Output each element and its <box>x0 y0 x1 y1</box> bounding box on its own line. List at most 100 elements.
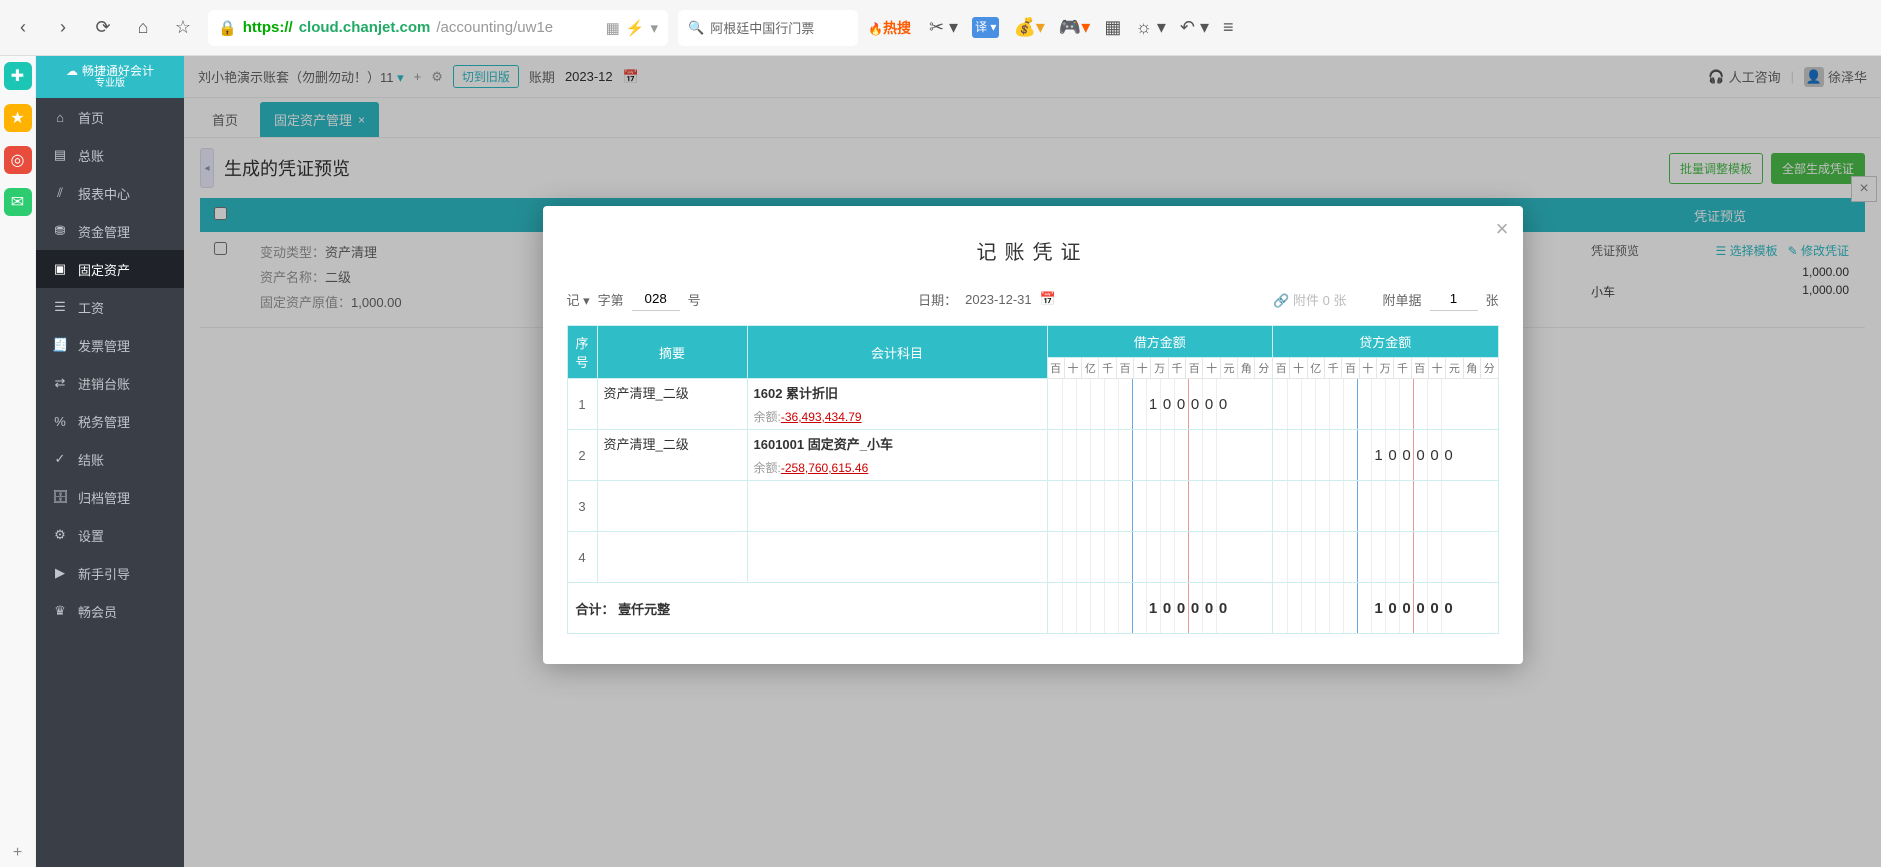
digit-cell: 0 <box>1385 583 1399 633</box>
sidebar-item-归档管理[interactable]: 🗄归档管理 <box>36 478 184 516</box>
chevron-down-icon[interactable]: ▾ <box>650 19 658 37</box>
sidebar-item-首页[interactable]: ⌂首页 <box>36 98 184 136</box>
bolt-icon[interactable]: ⚡ <box>626 19 645 37</box>
os-app-4[interactable]: ✉ <box>4 188 32 216</box>
sidebar-item-资金管理[interactable]: ⛃资金管理 <box>36 212 184 250</box>
sidebar-item-税务管理[interactable]: %税务管理 <box>36 402 184 440</box>
os-app-2[interactable]: ★ <box>4 104 32 132</box>
os-add-icon[interactable]: + <box>4 839 32 867</box>
digit-cell <box>1062 430 1076 480</box>
voucher-date[interactable]: 2023-12-31 <box>965 292 1032 307</box>
row-summary[interactable] <box>597 481 747 532</box>
forward-icon[interactable]: › <box>48 13 78 43</box>
wallet-icon[interactable]: 💰▾ <box>1013 17 1044 38</box>
sidebar-item-总账[interactable]: ▤总账 <box>36 136 184 174</box>
scissors-icon[interactable]: ✂ ▾ <box>929 17 958 38</box>
menu-icon[interactable]: ≡ <box>1223 17 1234 38</box>
digit-cell <box>1202 481 1216 531</box>
digit-cell <box>1104 583 1118 633</box>
os-app-1[interactable]: ✚ <box>4 62 32 90</box>
sidebar-item-报表中心[interactable]: ⫽报表中心 <box>36 174 184 212</box>
attachment-link[interactable]: 🔗 附件 0 张 <box>1273 290 1346 309</box>
translate-icon[interactable]: 译 ▾ <box>972 17 999 38</box>
voucher-meta: 记 ▾ 字第 号 日期： 2023-12-31 📅 🔗 附件 0 张 附单据 张 <box>567 287 1499 311</box>
row-subject[interactable] <box>747 532 1047 583</box>
voucher-zihao: 字第 <box>598 290 624 309</box>
digit-cell <box>1076 430 1090 480</box>
digit-header-cell: 十 <box>1359 358 1376 379</box>
digit-cell <box>1441 532 1455 582</box>
back-icon[interactable]: ‹ <box>8 13 38 43</box>
digit-cell <box>1315 379 1329 429</box>
digit-cell <box>1329 583 1343 633</box>
refresh-icon[interactable]: ⟳ <box>88 13 118 43</box>
hot-label[interactable]: 🔥热搜 <box>868 18 911 38</box>
digit-cell: 0 <box>1399 583 1413 633</box>
col-summary: 摘要 <box>597 326 747 379</box>
sidebar-item-进销台账[interactable]: ⇄进销台账 <box>36 364 184 402</box>
digit-cell <box>1315 583 1329 633</box>
digit-cell <box>1357 481 1371 531</box>
game-icon[interactable]: 🎮▾ <box>1059 17 1090 38</box>
home-icon[interactable]: ⌂ <box>128 13 158 43</box>
digit-cell <box>1371 532 1385 582</box>
digit-cell: 0 <box>1160 583 1174 633</box>
digit-cell <box>1343 583 1357 633</box>
digit-cell <box>1202 430 1216 480</box>
digit-cell <box>1132 430 1146 480</box>
digit-cell <box>1104 481 1118 531</box>
sidebar-item-新手引导[interactable]: ▶新手引导 <box>36 554 184 592</box>
row-subject[interactable] <box>747 481 1047 532</box>
row-subject[interactable]: 1601001 固定资产_小车余额:-258,760,615.46 <box>747 430 1047 481</box>
row-summary[interactable]: 资产清理_二级 <box>597 379 747 430</box>
voucher-row[interactable]: 3 <box>567 481 1498 532</box>
digit-cell <box>1076 379 1090 429</box>
star-icon[interactable]: ☆ <box>168 13 198 43</box>
grid-icon[interactable]: ▦ <box>1104 17 1121 38</box>
row-summary[interactable] <box>597 532 747 583</box>
sidebar-item-设置[interactable]: ⚙设置 <box>36 516 184 554</box>
os-app-3[interactable]: ◎ <box>4 146 32 174</box>
slip-unit: 张 <box>1486 290 1499 309</box>
row-index: 1 <box>567 379 597 430</box>
digit-cell <box>1104 532 1118 582</box>
calendar-icon[interactable]: 📅 <box>1040 291 1056 307</box>
digit-cell <box>1160 430 1174 480</box>
search-bar[interactable]: 🔍 阿根廷中国行门票 <box>678 10 858 46</box>
digit-cell <box>1090 583 1104 633</box>
digit-header-cell: 百 <box>1186 358 1203 379</box>
row-index: 3 <box>567 481 597 532</box>
voucher-number-input[interactable] <box>632 287 680 311</box>
digit-cell <box>1329 481 1343 531</box>
digit-cell <box>1118 481 1132 531</box>
qr-icon[interactable]: ▦ <box>606 19 620 37</box>
row-summary[interactable]: 资产清理_二级 <box>597 430 747 481</box>
voucher-row[interactable]: 1资产清理_二级1602 累计折旧余额:-36,493,434.79100000 <box>567 379 1498 430</box>
digit-cell: 0 <box>1413 430 1427 480</box>
voucher-row[interactable]: 2资产清理_二级1601001 固定资产_小车余额:-258,760,615.4… <box>567 430 1498 481</box>
voucher-row[interactable]: 4 <box>567 532 1498 583</box>
sun-icon[interactable]: ☼ ▾ <box>1135 17 1166 38</box>
digit-header-cell: 百 <box>1342 358 1359 379</box>
digit-cell <box>1329 430 1343 480</box>
digit-cell <box>1301 481 1315 531</box>
digit-cell <box>1188 430 1202 480</box>
sidebar-item-结账[interactable]: ✓结账 <box>36 440 184 478</box>
sidebar-item-发票管理[interactable]: 🧾发票管理 <box>36 326 184 364</box>
url-bar[interactable]: 🔒 https://cloud.chanjet.com/accounting/u… <box>208 10 668 46</box>
sidebar-item-label: 畅会员 <box>78 602 117 621</box>
row-subject[interactable]: 1602 累计折旧余额:-36,493,434.79 <box>747 379 1047 430</box>
slip-count-input[interactable] <box>1430 287 1478 311</box>
digit-cell <box>1062 583 1076 633</box>
url-path: /accounting/uw1e <box>436 19 553 36</box>
digit-header-cell: 分 <box>1255 358 1273 379</box>
sidebar-item-畅会员[interactable]: ♛畅会员 <box>36 592 184 630</box>
voucher-prefix[interactable]: 记 ▾ <box>567 290 590 309</box>
undo-icon[interactable]: ↶ ▾ <box>1180 17 1209 38</box>
modal-close-icon[interactable]: × <box>1496 216 1509 242</box>
sidebar-item-工资[interactable]: ☰工资 <box>36 288 184 326</box>
digit-cell <box>1076 532 1090 582</box>
sidebar-item-固定资产[interactable]: ▣固定资产 <box>36 250 184 288</box>
digit-cell <box>1413 532 1427 582</box>
sidebar-item-label: 税务管理 <box>78 412 130 431</box>
